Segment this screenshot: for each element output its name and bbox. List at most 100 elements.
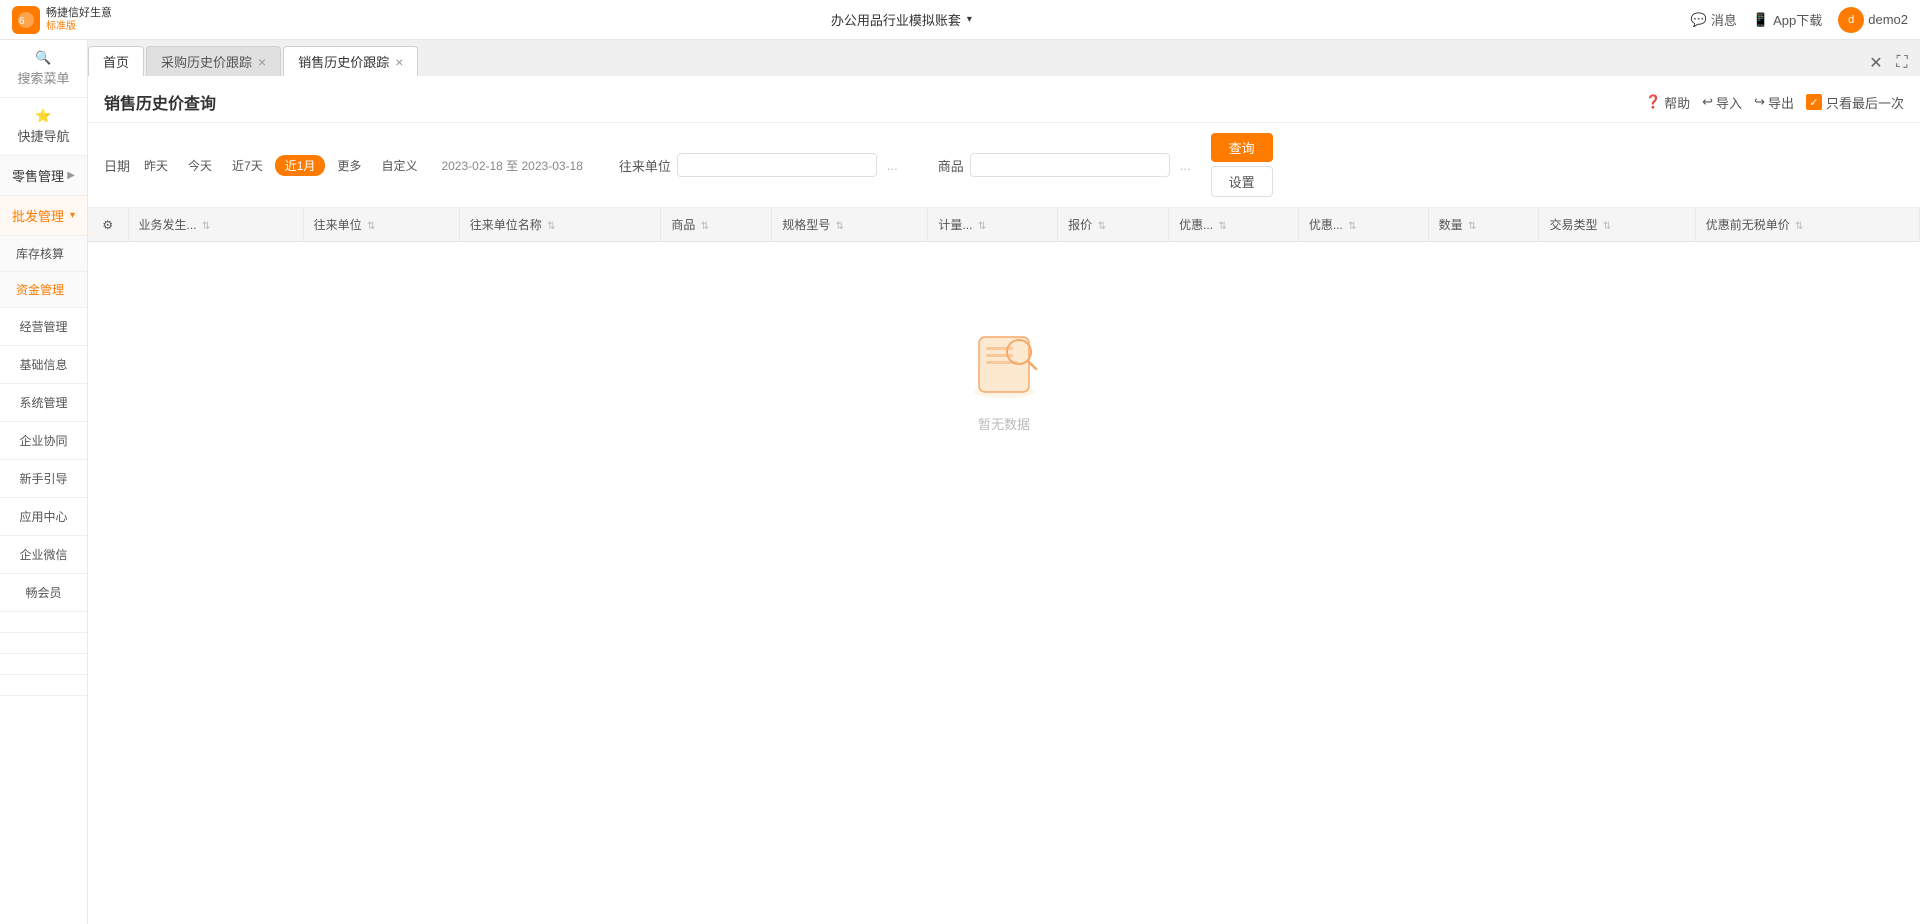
only-last-checkbox[interactable]: 只看最后一次	[1806, 93, 1904, 112]
tab-bar: 首页 采购历史价跟踪 × 销售历史价跟踪 × ✕ ⛶	[88, 40, 1920, 76]
date-btn-today[interactable]: 今天	[180, 155, 220, 176]
sidebar-item-enterprise[interactable]: 畅会员	[0, 574, 87, 612]
main-layout: 🔍 搜索菜单 ⭐ 快捷导航 零售管理 ▶ 批发管理 ▾ 库存核算 资金管理 经营…	[0, 40, 1920, 924]
sidebar-item-ecommerce[interactable]: 经营管理	[0, 308, 87, 346]
table-header-row: ⚙ 业务发生... ⇅ 往来单位 ⇅ 往来单位名称 ⇅ 商品 ⇅ 规格型号 ⇅ …	[88, 208, 1920, 242]
app-icon: 📱	[1753, 12, 1769, 28]
top-bar-left: 6 畅捷信好生意 标准版	[12, 6, 112, 34]
date-btn-yesterday[interactable]: 昨天	[136, 155, 176, 176]
date-btn-more[interactable]: 更多	[329, 155, 369, 176]
sidebar-item-retail[interactable]: 零售管理 ▶	[0, 156, 87, 196]
date-btn-7days[interactable]: 近7天	[224, 155, 271, 176]
sidebar-label-wholesale: 批发管理	[12, 206, 64, 225]
message-icon: 💬	[1691, 12, 1707, 28]
sidebar-item-marketing[interactable]: 库存核算	[0, 236, 87, 272]
empty-icon	[954, 322, 1054, 402]
logo-icon: 6	[12, 6, 40, 34]
partner-filter-input[interactable]	[677, 153, 877, 177]
sidebar-item-newbie[interactable]	[0, 612, 87, 633]
user-menu-button[interactable]: d demo2	[1838, 7, 1908, 33]
suite-dropdown-arrow[interactable]: ▾	[967, 14, 972, 25]
filter-actions: 查询 设置	[1211, 133, 1273, 197]
col-settings[interactable]: ⚙	[88, 208, 128, 242]
tab-sales-close[interactable]: ×	[395, 55, 403, 69]
close-tab-button[interactable]: ✕	[1866, 53, 1886, 73]
sidebar-item-search[interactable]: 🔍 搜索菜单	[0, 40, 87, 98]
sidebar-item-finance[interactable]: 企业协同	[0, 422, 87, 460]
partner-dots: ...	[887, 158, 898, 173]
col-goods[interactable]: 商品 ⇅	[661, 208, 772, 242]
empty-text: 暂无数据	[978, 414, 1030, 433]
tab-purchase-close[interactable]: ×	[258, 55, 266, 69]
col-partner-code[interactable]: 往来单位 ⇅	[303, 208, 459, 242]
col-partner-name[interactable]: 往来单位名称 ⇅	[459, 208, 661, 242]
settings-button[interactable]: 设置	[1211, 166, 1273, 197]
sidebar-item-purchase[interactable]: 基础信息	[0, 346, 87, 384]
export-icon: ↪	[1754, 94, 1765, 110]
page-actions: ❓ 帮助 ↩ 导入 ↪ 导出 只看最后一次	[1645, 93, 1904, 112]
data-table: ⚙ 业务发生... ⇅ 往来单位 ⇅ 往来单位名称 ⇅ 商品 ⇅ 规格型号 ⇅ …	[88, 208, 1920, 242]
col-biz-date[interactable]: 业务发生... ⇅	[128, 208, 303, 242]
tab-bar-right: ✕ ⛶	[1866, 53, 1920, 76]
logo-text: 畅捷信好生意 标准版	[46, 6, 112, 33]
top-bar: 6 畅捷信好生意 标准版 办公用品行业模拟账套 ▾ 💬 消息 📱 App下载 d…	[0, 0, 1920, 40]
chevron-down-icon: ▾	[70, 210, 75, 221]
sidebar-sub-wholesale: 库存核算 资金管理	[0, 236, 87, 308]
logo-area: 6 畅捷信好生意 标准版	[12, 6, 112, 34]
current-suite-label: 办公用品行业模拟账套	[831, 10, 961, 29]
col-pretax-price[interactable]: 优惠前无税单价 ⇅	[1695, 208, 1919, 242]
sidebar-item-shortcut[interactable]: ⭐ 快捷导航	[0, 98, 87, 156]
date-range-display: 2023-02-18 至 2023-03-18	[441, 157, 582, 174]
date-buttons: 昨天 今天 近7天 近1月 更多 自定义	[136, 155, 425, 176]
tab-sales[interactable]: 销售历史价跟踪 ×	[283, 46, 418, 76]
export-button[interactable]: ↪ 导出	[1754, 93, 1794, 112]
star-icon: ⭐	[35, 108, 51, 124]
search-icon: 🔍	[35, 50, 51, 66]
col-unit[interactable]: 计量... ⇅	[928, 208, 1058, 242]
partner-filter-label: 往来单位	[619, 156, 671, 175]
sidebar-item-weixin[interactable]	[0, 654, 87, 675]
filter-bar: 日期 昨天 今天 近7天 近1月 更多 自定义 2023-02-18 至 202…	[88, 123, 1920, 208]
avatar: d	[1838, 7, 1864, 33]
tab-purchase[interactable]: 采购历史价跟踪 ×	[146, 46, 281, 76]
col-spec[interactable]: 规格型号 ⇅	[772, 208, 928, 242]
page-header: 销售历史价查询 ❓ 帮助 ↩ 导入 ↪ 导出 只看最后一次	[88, 76, 1920, 123]
sidebar-item-basic[interactable]: 应用中心	[0, 498, 87, 536]
date-btn-1month[interactable]: 近1月	[275, 155, 326, 176]
col-qty[interactable]: 数量 ⇅	[1428, 208, 1539, 242]
sidebar-item-inventory[interactable]: 系统管理	[0, 384, 87, 422]
date-filter-group: 日期 昨天 今天 近7天 近1月 更多 自定义	[104, 155, 425, 176]
table-container: ⚙ 业务发生... ⇅ 往来单位 ⇅ 往来单位名称 ⇅ 商品 ⇅ 规格型号 ⇅ …	[88, 208, 1920, 924]
col-discount1[interactable]: 优惠... ⇅	[1169, 208, 1299, 242]
sidebar-item-member[interactable]	[0, 675, 87, 696]
import-button[interactable]: ↩ 导入	[1702, 93, 1742, 112]
checkbox-icon	[1806, 94, 1822, 110]
svg-text:6: 6	[19, 16, 25, 27]
help-button[interactable]: ❓ 帮助	[1645, 93, 1690, 112]
chevron-right-icon: ▶	[67, 170, 75, 181]
goods-filter-label: 商品	[938, 156, 964, 175]
partner-filter-group: 往来单位 ...	[619, 153, 902, 177]
message-button[interactable]: 💬 消息	[1691, 10, 1737, 29]
sidebar-item-operations[interactable]: 新手引导	[0, 460, 87, 498]
page-title: 销售历史价查询	[104, 90, 216, 114]
app-download-button[interactable]: 📱 App下载	[1753, 10, 1822, 29]
col-trade-type[interactable]: 交易类型 ⇅	[1539, 208, 1695, 242]
sidebar-item-wholesale[interactable]: 批发管理 ▾	[0, 196, 87, 236]
col-quote[interactable]: 报价 ⇅	[1058, 208, 1169, 242]
top-bar-right: 💬 消息 📱 App下载 d demo2	[1691, 7, 1908, 33]
sidebar-item-appcenter[interactable]	[0, 633, 87, 654]
goods-filter-input[interactable]	[970, 153, 1170, 177]
col-discount2[interactable]: 优惠... ⇅	[1298, 208, 1428, 242]
top-bar-center[interactable]: 办公用品行业模拟账套 ▾	[831, 10, 972, 29]
sidebar-item-sales-mgmt[interactable]: 资金管理	[0, 272, 87, 308]
tab-home[interactable]: 首页	[88, 46, 144, 76]
sidebar-item-system[interactable]: 企业微信	[0, 536, 87, 574]
date-btn-custom[interactable]: 自定义	[373, 155, 425, 176]
import-icon: ↩	[1702, 94, 1713, 110]
date-filter-label: 日期	[104, 156, 130, 175]
empty-state: 暂无数据	[88, 242, 1920, 513]
fullscreen-button[interactable]: ⛶	[1892, 53, 1912, 73]
query-button[interactable]: 查询	[1211, 133, 1273, 162]
content-area: 首页 采购历史价跟踪 × 销售历史价跟踪 × ✕ ⛶ 销售历史价查询 ❓ 帮助	[88, 40, 1920, 924]
